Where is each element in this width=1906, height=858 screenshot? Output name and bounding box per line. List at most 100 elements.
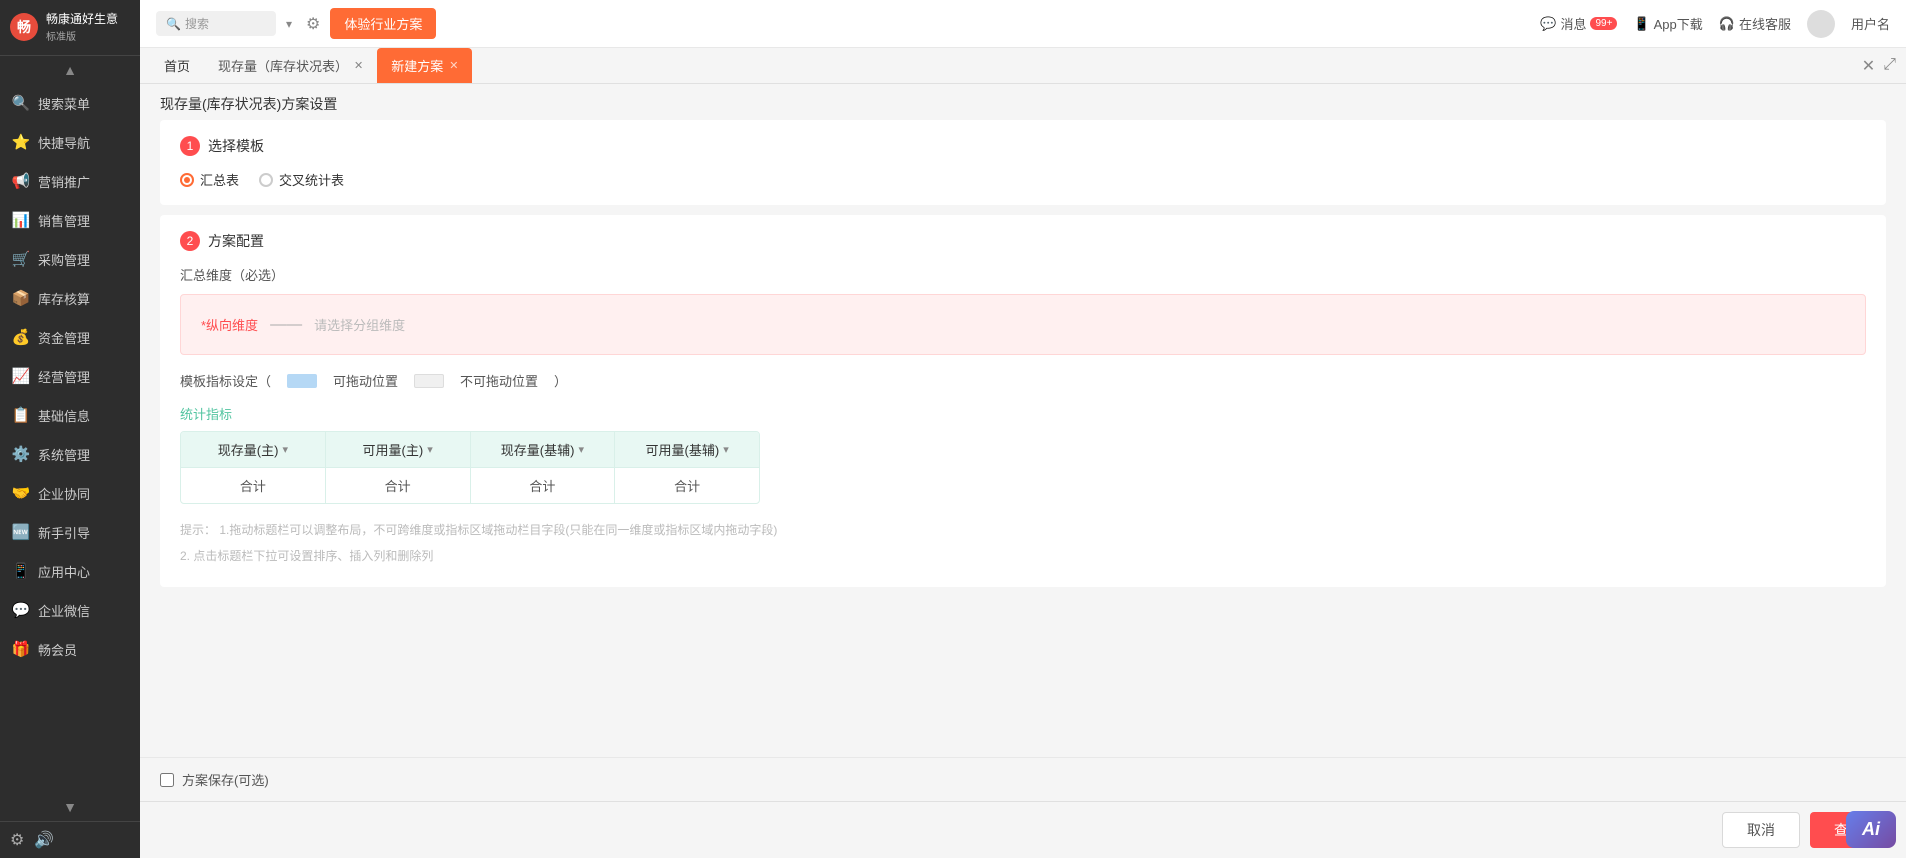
tab-new-plan-label: 新建方案 [391, 56, 443, 75]
sidebar-bottom: ⚙ 🔊 [0, 821, 140, 858]
sidebar-item-inventory-label: 库存核算 [38, 289, 90, 308]
draggable-indicator [287, 374, 317, 388]
sidebar-item-quicknav[interactable]: ⭐ 快捷导航 [0, 123, 140, 162]
dropdown-chevron[interactable]: ▾ [286, 17, 292, 31]
section2-title: 2 方案配置 [180, 231, 1866, 251]
message-label: 消息 [1560, 14, 1586, 33]
stats-title: 统计指标 [180, 404, 1866, 423]
tip-2: 2. 点击标题栏下拉可设置排序、插入列和删除列 [180, 546, 1866, 568]
sidebar-item-basic[interactable]: 📋 基础信息 [0, 396, 140, 435]
col2-dropdown-icon[interactable]: ▾ [578, 443, 584, 456]
panel-expand-btn[interactable]: ⤢ [1883, 56, 1896, 76]
topbar-search[interactable]: 🔍 搜索 [156, 11, 276, 36]
sidebar: 畅 畅康通好生意 标准版 ▲ 🔍 搜索菜单 ⭐ 快捷导航 📢 营销推广 📊 销售… [0, 0, 140, 858]
sidebar-item-management-label: 经营管理 [38, 367, 90, 386]
tab-inventory[interactable]: 现存量（库存状况表） ✕ [204, 48, 377, 83]
sidebar-item-purchase-label: 采购管理 [38, 250, 90, 269]
tab-new-plan-close[interactable]: ✕ [449, 59, 458, 72]
settings-icon[interactable]: ⚙ [10, 830, 24, 850]
stats-col-0-label: 现存量(主) [218, 440, 279, 459]
radio-cross[interactable]: 交叉统计表 [259, 170, 344, 189]
gear-icon[interactable]: ⚙ [306, 14, 320, 34]
message-icon: 💬 [1540, 16, 1556, 32]
cancel-button[interactable]: 取消 [1722, 812, 1800, 848]
main-content: 🔍 搜索 ▾ ⚙ 体验行业方案 💬 消息 99+ 📱 App下载 🎧 在线客服 … [140, 0, 1906, 858]
scroll-up-btn[interactable]: ▲ [0, 56, 140, 84]
sidebar-item-purchase[interactable]: 🛒 采购管理 [0, 240, 140, 279]
radio-summary-circle [180, 173, 194, 187]
sidebar-item-sales[interactable]: 📊 销售管理 [0, 201, 140, 240]
tab-home[interactable]: 首页 [150, 48, 204, 83]
tab-inventory-close[interactable]: ✕ [354, 59, 363, 72]
sidebar-item-member-label: 畅会员 [38, 640, 77, 659]
tabs-bar: 首页 现存量（库存状况表） ✕ 新建方案 ✕ ✕ ⤢ [140, 48, 1906, 84]
sound-icon[interactable]: 🔊 [34, 830, 54, 850]
sidebar-item-sales-label: 销售管理 [38, 211, 90, 230]
ai-label: Ai [1862, 819, 1880, 839]
newbie-icon: 🆕 [12, 523, 30, 541]
tip-1: 提示： 1.拖动标题栏可以调整布局，不可跨维度或指标区域拖动栏目字段(只能在同一… [180, 520, 1866, 542]
search-text: 搜索 [185, 15, 209, 32]
sidebar-item-search[interactable]: 🔍 搜索菜单 [0, 84, 140, 123]
template-options: 汇总表 交叉统计表 [180, 170, 1866, 189]
customer-service-btn[interactable]: 🎧 在线客服 [1719, 14, 1791, 33]
sidebar-item-finance-label: 资金管理 [38, 328, 90, 347]
stats-col-1[interactable]: 可用量(主) ▾ [326, 432, 471, 467]
message-btn[interactable]: 💬 消息 99+ [1540, 14, 1617, 33]
sidebar-item-system-label: 系统管理 [38, 445, 90, 464]
dimension-placeholder[interactable]: 请选择分组维度 [314, 315, 405, 334]
sales-icon: 📊 [12, 211, 30, 229]
ai-badge[interactable]: Ai [1846, 811, 1896, 848]
stats-col-2[interactable]: 现存量(基辅) ▾ [471, 432, 616, 467]
page-title: 现存量(库存状况表)方案设置 [160, 94, 337, 114]
sidebar-item-newbie[interactable]: 🆕 新手引导 [0, 513, 140, 552]
appstore-icon: 📱 [12, 562, 30, 580]
indicator-end: ） [554, 371, 567, 390]
section1-title: 1 选择模板 [180, 136, 1866, 156]
stats-section: 统计指标 现存量(主) ▾ 可用量(主) ▾ [180, 404, 1866, 504]
sidebar-item-collab[interactable]: 🤝 企业协同 [0, 474, 140, 513]
col1-dropdown-icon[interactable]: ▾ [427, 443, 433, 456]
stats-col-2-label: 现存量(基辅) [501, 440, 575, 459]
section2-label: 方案配置 [208, 231, 264, 251]
tab-new-plan[interactable]: 新建方案 ✕ [377, 48, 472, 83]
sidebar-item-management[interactable]: 📈 经营管理 [0, 357, 140, 396]
sidebar-item-inventory[interactable]: 📦 库存核算 [0, 279, 140, 318]
purchase-icon: 🛒 [12, 250, 30, 268]
app-name: 畅康通好生意 [46, 12, 118, 28]
topbar: 🔍 搜索 ▾ ⚙ 体验行业方案 💬 消息 99+ 📱 App下载 🎧 在线客服 … [140, 0, 1906, 48]
indicator-row: 模板指标设定（ 可拖动位置 不可拖动位置 ） [180, 371, 1866, 390]
sidebar-logo: 畅 畅康通好生意 标准版 [0, 0, 140, 56]
app-name-block: 畅康通好生意 标准版 [46, 12, 118, 43]
radio-summary[interactable]: 汇总表 [180, 170, 239, 189]
sidebar-item-marketing[interactable]: 📢 营销推广 [0, 162, 140, 201]
stats-col-0[interactable]: 现存量(主) ▾ [181, 432, 326, 467]
member-icon: 🎁 [12, 640, 30, 658]
sidebar-item-appstore[interactable]: 📱 应用中心 [0, 552, 140, 591]
sidebar-item-wechat[interactable]: 💬 企业微信 [0, 591, 140, 630]
trial-btn[interactable]: 体验行业方案 [330, 8, 436, 39]
sidebar-item-newbie-label: 新手引导 [38, 523, 90, 542]
panel-close-btn[interactable]: ✕ [1862, 56, 1875, 76]
sidebar-item-member[interactable]: 🎁 畅会员 [0, 630, 140, 669]
sidebar-item-quicknav-label: 快捷导航 [38, 133, 90, 152]
radio-summary-label: 汇总表 [200, 170, 239, 189]
user-avatar[interactable] [1807, 10, 1835, 38]
search-icon: 🔍 [166, 17, 181, 31]
sidebar-item-system[interactable]: ⚙️ 系统管理 [0, 435, 140, 474]
stats-col-3[interactable]: 可用量(基辅) ▾ [615, 432, 759, 467]
col3-dropdown-icon[interactable]: ▾ [723, 443, 729, 456]
col0-dropdown-icon[interactable]: ▾ [282, 443, 288, 456]
save-checkbox[interactable] [160, 773, 174, 787]
stats-cell-0: 合计 [181, 468, 326, 503]
sidebar-item-finance[interactable]: 💰 资金管理 [0, 318, 140, 357]
scroll-down-btn[interactable]: ▼ [0, 793, 140, 821]
sidebar-item-search-label: 搜索菜单 [38, 94, 90, 113]
non-draggable-indicator [414, 374, 444, 388]
indicator-draggable-label: 可拖动位置 [333, 371, 398, 390]
tab-inventory-label: 现存量（库存状况表） [218, 56, 348, 75]
section-config: 2 方案配置 汇总维度（必选） *纵向维度 —— 请选择分组维度 模板指标设定（… [160, 215, 1886, 587]
username-label: 用户名 [1851, 14, 1890, 33]
app-download-btn[interactable]: 📱 App下载 [1633, 14, 1702, 33]
app-logo-icon: 畅 [10, 13, 38, 41]
